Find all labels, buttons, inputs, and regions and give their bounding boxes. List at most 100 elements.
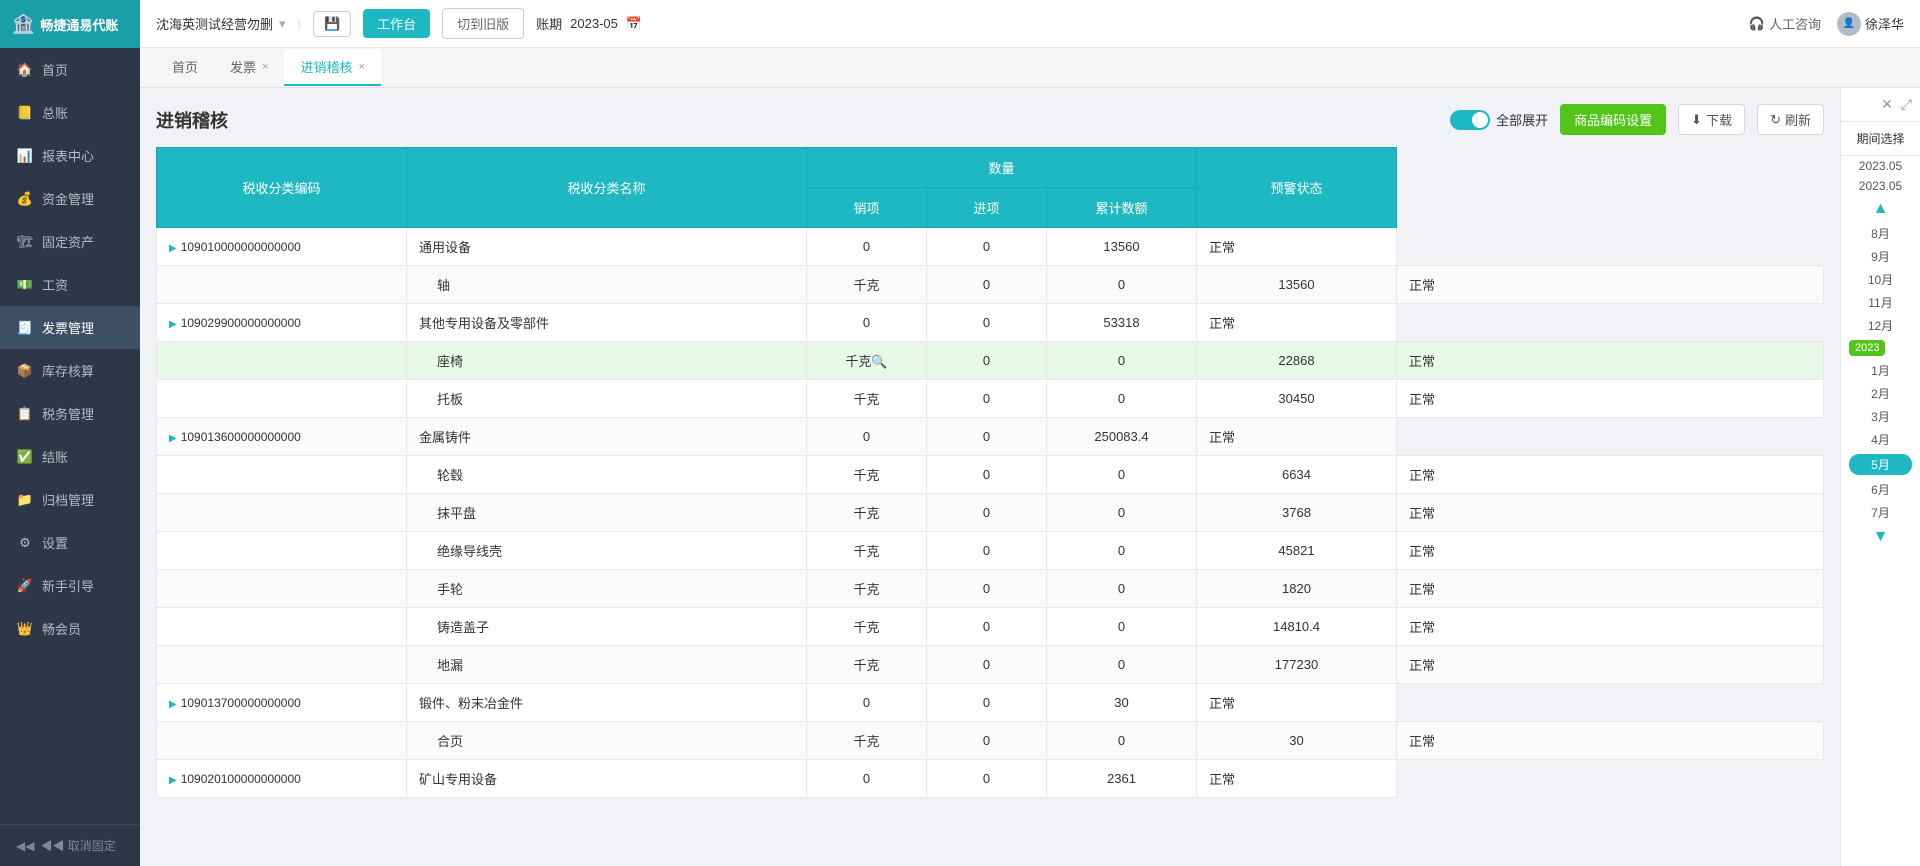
period-7[interactable]: 7月 — [1841, 501, 1920, 524]
product-code-button[interactable]: 商品编码设置 — [1560, 104, 1666, 135]
sidebar-item-member[interactable]: 👑 畅会员 — [0, 607, 140, 650]
item-code — [157, 456, 407, 494]
sidebar-item-report[interactable]: 📊 报表中心 — [0, 134, 140, 177]
period-8[interactable]: 8月 — [1841, 222, 1920, 245]
period-down-arrow[interactable]: ▼ — [1841, 524, 1920, 550]
purchase-qty: 0 — [1047, 608, 1197, 646]
tab-invoice[interactable]: 发票 × — [214, 49, 284, 86]
sidebar-item-settings[interactable]: ⚙ 设置 — [0, 521, 140, 564]
item-unit: 千克🔍 — [807, 342, 927, 380]
collapse-icon[interactable]: ▶ — [169, 243, 177, 254]
table-row: 抹平盘 千克 0 0 3768 正常 — [157, 494, 1824, 532]
purchase-qty: 0 — [1047, 646, 1197, 684]
sidebar-item-salary[interactable]: 💵 工资 — [0, 263, 140, 306]
sales-qty: 0 — [927, 456, 1047, 494]
settings-icon: ⚙ — [16, 535, 34, 551]
sidebar: 🏦 畅捷通易代账 🏠 首页 📒 总账 📊 报表中心 💰 资金管理 🏗 固定资产 … — [0, 0, 140, 866]
group-code: ▶109029900000000000 — [157, 304, 407, 342]
download-button[interactable]: ⬇ 下载 — [1678, 104, 1745, 135]
collapse-icon[interactable]: ▶ — [169, 433, 177, 444]
sales-qty: 0 — [927, 646, 1047, 684]
search-icon[interactable]: 🔍 — [871, 354, 887, 369]
status: 正常 — [1197, 304, 1397, 342]
expand-toggle[interactable]: 全部展开 — [1450, 110, 1548, 130]
refresh-label: 刷新 — [1785, 110, 1811, 129]
calendar-icon[interactable]: 📅 — [626, 16, 642, 32]
guide-icon: 🚀 — [16, 578, 34, 594]
item-unit: 千克 — [807, 570, 927, 608]
panel-close-button[interactable]: ✕ — [1881, 96, 1893, 113]
service-button[interactable]: 🎧 人工咨询 — [1749, 14, 1821, 33]
item-code — [157, 608, 407, 646]
sidebar-item-label: 畅会员 — [42, 619, 81, 638]
panel-expand-button[interactable]: ⤢ — [1901, 96, 1912, 113]
page-content: 进销稽核 全部展开 商品编码设置 ⬇ 下载 ↻ 刷 — [140, 88, 1920, 866]
logo-icon: 🏦 — [12, 14, 34, 35]
switch-version-button[interactable]: 切到旧版 — [442, 8, 524, 39]
sales-qty: 0 — [927, 532, 1047, 570]
item-name: 绝缘导线壳 — [407, 532, 807, 570]
workbench-button[interactable]: 工作台 — [363, 9, 430, 38]
period-1[interactable]: 1月 — [1841, 359, 1920, 382]
settle-icon: ✅ — [16, 449, 34, 465]
period-up-arrow[interactable]: ▲ — [1841, 196, 1920, 222]
sidebar-item-settle[interactable]: ✅ 结账 — [0, 435, 140, 478]
save-draft-icon: 💾 — [324, 16, 340, 31]
purchase-qty: 0 — [1047, 570, 1197, 608]
sidebar-item-label: 资金管理 — [42, 189, 94, 208]
tab-reconciliation-close[interactable]: × — [358, 61, 364, 73]
item-code — [157, 380, 407, 418]
sidebar-item-asset[interactable]: 🏗 固定资产 — [0, 220, 140, 263]
sidebar-item-tax[interactable]: 📋 税务管理 — [0, 392, 140, 435]
purchase-qty: 0 — [1047, 342, 1197, 380]
page-header: 进销稽核 全部展开 商品编码设置 ⬇ 下载 ↻ 刷 — [156, 104, 1824, 135]
sales-qty: 0 — [807, 228, 927, 266]
th-total: 累计数额 — [1047, 188, 1197, 228]
year-badge: 2023 — [1849, 340, 1885, 356]
period-3[interactable]: 3月 — [1841, 405, 1920, 428]
period-12[interactable]: 12月 — [1841, 314, 1920, 337]
sidebar-item-label: 发票管理 — [42, 318, 94, 337]
total-qty: 45821 — [1197, 532, 1397, 570]
period-2[interactable]: 2月 — [1841, 382, 1920, 405]
period-display: 账期 2023-05 📅 — [536, 14, 642, 33]
item-code — [157, 570, 407, 608]
topbar: 沈海英测试经营勿删 ▾ | 💾 工作台 切到旧版 账期 2023-05 📅 🎧 … — [140, 0, 1920, 48]
purchase-qty: 0 — [927, 684, 1047, 722]
sidebar-item-invoice[interactable]: 🧾 发票管理 — [0, 306, 140, 349]
period-11[interactable]: 11月 — [1841, 291, 1920, 314]
sidebar-item-guide[interactable]: 🚀 新手引导 — [0, 564, 140, 607]
sidebar-item-label: 设置 — [42, 533, 68, 552]
item-name: 抹平盘 — [407, 494, 807, 532]
period-10[interactable]: 10月 — [1841, 268, 1920, 291]
period-9[interactable]: 9月 — [1841, 245, 1920, 268]
collapse-icon[interactable]: ▶ — [169, 775, 177, 786]
logo-text: 畅捷通易代账 — [40, 15, 118, 34]
save-draft-button[interactable]: 💾 — [313, 11, 351, 37]
sidebar-item-archive[interactable]: 📁 归档管理 — [0, 478, 140, 521]
user-menu[interactable]: 👤 徐泽华 — [1837, 12, 1904, 36]
sales-qty: 0 — [807, 304, 927, 342]
tab-home[interactable]: 首页 — [156, 49, 214, 86]
tab-reconciliation[interactable]: 进销稽核 × — [284, 49, 380, 86]
period-5-active[interactable]: 5月 — [1841, 451, 1920, 478]
sidebar-pin-toggle[interactable]: ◀◀ ◀◀ 取消固定 — [0, 824, 140, 866]
refresh-button[interactable]: ↻ 刷新 — [1757, 104, 1824, 135]
item-unit: 千克 — [807, 646, 927, 684]
panel-header: ✕ ⤢ — [1841, 88, 1920, 122]
sidebar-item-ledger[interactable]: 📒 总账 — [0, 91, 140, 134]
status: 正常 — [1197, 228, 1397, 266]
company-selector[interactable]: 沈海英测试经营勿删 ▾ — [156, 14, 286, 33]
period-6[interactable]: 6月 — [1841, 478, 1920, 501]
toggle-switch[interactable] — [1450, 110, 1490, 130]
sidebar-item-label: 新手引导 — [42, 576, 94, 595]
collapse-icon[interactable]: ▶ — [169, 699, 177, 710]
total-qty: 1820 — [1197, 570, 1397, 608]
period-4[interactable]: 4月 — [1841, 428, 1920, 451]
tab-invoice-close[interactable]: × — [262, 61, 268, 73]
sidebar-item-inventory[interactable]: 📦 库存核算 — [0, 349, 140, 392]
group-name: 金属铸件 — [407, 418, 807, 456]
sidebar-item-home[interactable]: 🏠 首页 — [0, 48, 140, 91]
collapse-icon[interactable]: ▶ — [169, 319, 177, 330]
sidebar-item-fund[interactable]: 💰 资金管理 — [0, 177, 140, 220]
